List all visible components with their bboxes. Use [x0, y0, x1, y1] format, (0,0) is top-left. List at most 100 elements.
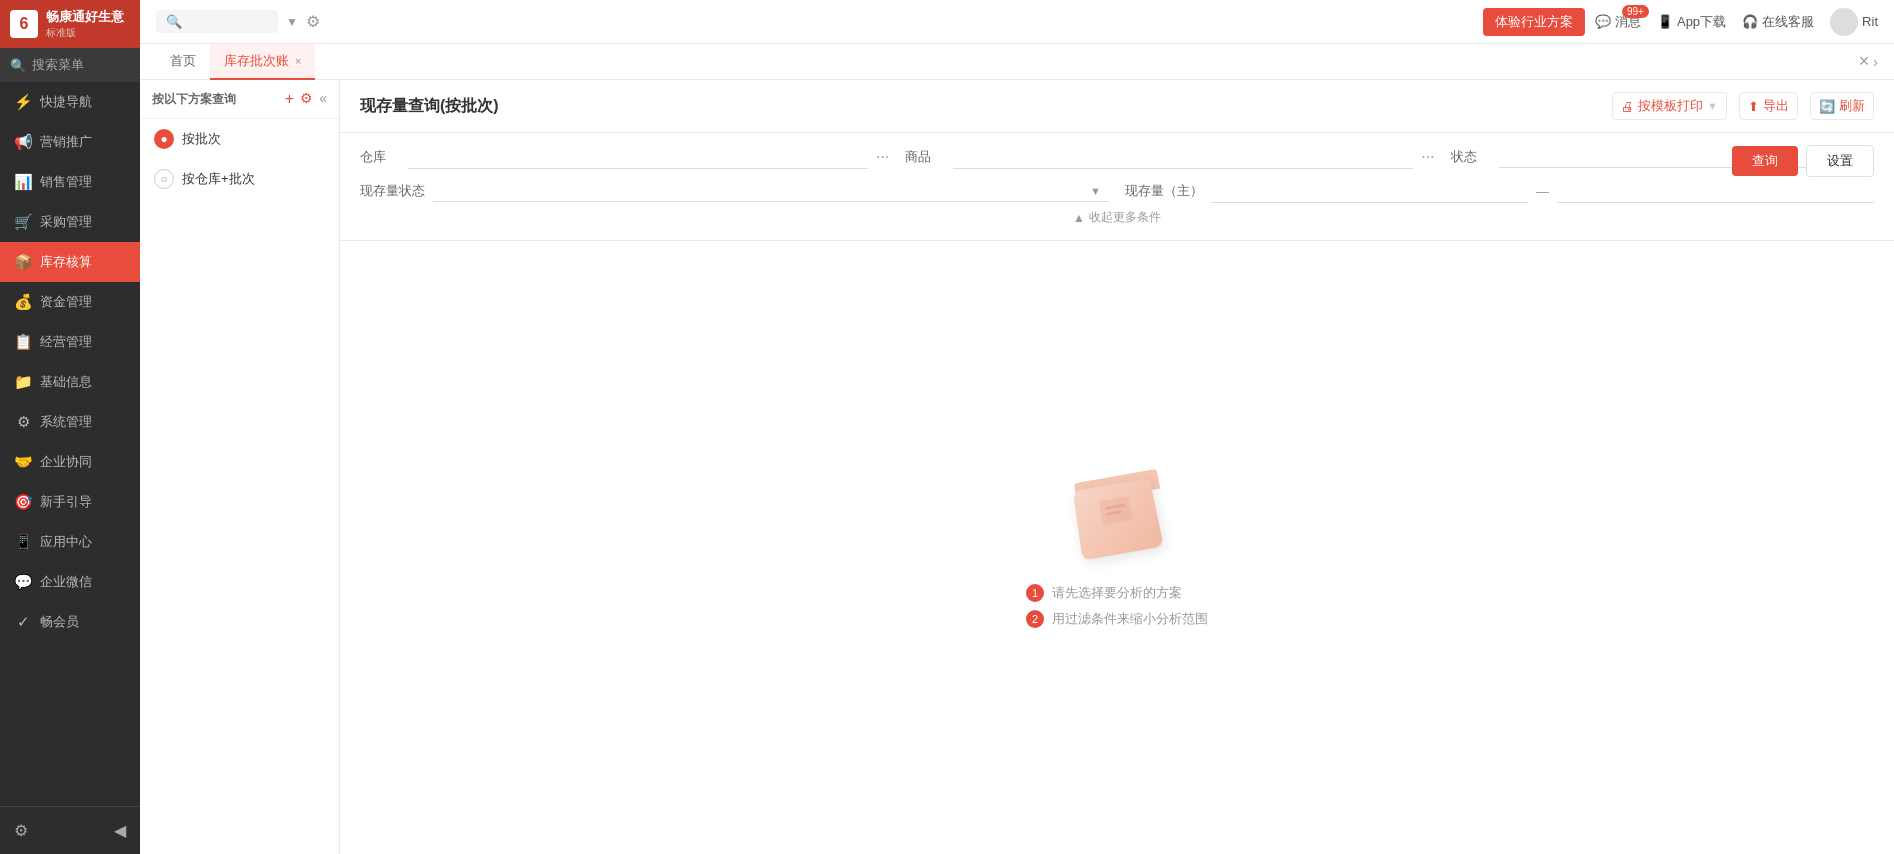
topbar-right: 💬 消息 99+ 📱 App下载 🎧 在线客服 Rit	[1595, 8, 1878, 36]
export-icon: ⬆	[1748, 99, 1759, 114]
sidebar-item-enterprise[interactable]: 🤝 企业协同	[0, 442, 140, 482]
topbar-settings-icon[interactable]: ⚙	[306, 12, 320, 31]
sidebar-item-label: 营销推广	[40, 133, 92, 151]
app-download-icon: 📱	[1657, 14, 1673, 29]
sidebar-item-newbie[interactable]: 🎯 新手引导	[0, 482, 140, 522]
sidebar-item-finance[interactable]: 💰 资金管理	[0, 282, 140, 322]
sidebar-search[interactable]: 🔍 搜索菜单	[0, 48, 140, 82]
app-logo: 6	[10, 10, 38, 38]
scheme-item-warehouse-batch[interactable]: ○ 按仓库+批次	[140, 159, 339, 199]
stock-status-select[interactable]: ▼	[433, 181, 1109, 202]
stock-qty-filter: 现存量（主） —	[1125, 179, 1874, 203]
sidebar-item-system[interactable]: ⚙ 系统管理	[0, 402, 140, 442]
system-icon: ⚙	[14, 413, 32, 431]
online-service-btn[interactable]: 🎧 在线客服	[1742, 13, 1814, 31]
empty-text-area: 1 请先选择要分析的方案 2 用过滤条件来缩小分析范围	[1026, 584, 1208, 628]
tab-close-icon[interactable]: ×	[295, 55, 301, 67]
sidebar-item-member[interactable]: ✓ 畅会员	[0, 602, 140, 642]
global-arrow-icon[interactable]: ›	[1873, 54, 1878, 70]
empty-box-svg	[1093, 490, 1139, 536]
sidebar-item-label: 应用中心	[40, 533, 92, 551]
message-icon: 💬	[1595, 14, 1611, 29]
message-btn[interactable]: 💬 消息 99+	[1595, 13, 1641, 31]
print-dropdown-icon[interactable]: ▼	[1707, 100, 1718, 112]
tab-inventory-label: 库存批次账	[224, 52, 289, 70]
sidebar-item-label: 库存核算	[40, 253, 92, 271]
scheme-batch-label: 按批次	[182, 130, 221, 148]
collapse-filters-btn[interactable]: ▲ 收起更多条件	[360, 203, 1874, 228]
topbar-search-icon: 🔍	[166, 14, 182, 29]
wechat-icon: 💬	[14, 573, 32, 591]
topbar-search-box[interactable]: 🔍	[156, 10, 278, 33]
export-btn[interactable]: ⬆ 导出	[1739, 92, 1798, 120]
sidebar-header: 6 畅康通好生意 标准版	[0, 0, 140, 48]
scheme-settings-icon[interactable]: ⚙	[300, 90, 313, 108]
add-scheme-icon[interactable]: +	[285, 90, 294, 108]
scheme-item-batch[interactable]: ● 按批次	[140, 119, 339, 159]
experience-btn[interactable]: 体验行业方案	[1483, 8, 1585, 36]
empty-icon-container	[1067, 468, 1167, 568]
sidebar-item-quick-nav[interactable]: ⚡ 快捷导航	[0, 82, 140, 122]
left-panel-collapse-icon[interactable]: «	[319, 90, 327, 108]
hint-2-text: 用过滤条件来缩小分析范围	[1052, 610, 1208, 628]
sales-icon: 📊	[14, 173, 32, 191]
sidebar-item-label: 企业协同	[40, 453, 92, 471]
product-more-icon[interactable]: ···	[1421, 148, 1434, 166]
global-close-icon[interactable]: ×	[1859, 51, 1870, 72]
content-area: 按以下方案查询 + ⚙ « ● 按批次 ○ 按仓库+批次 现存量查询(按批次)	[140, 80, 1894, 854]
app-download-label: App下载	[1677, 13, 1726, 31]
newbie-icon: 🎯	[14, 493, 32, 511]
sidebar-item-app-center[interactable]: 📱 应用中心	[0, 522, 140, 562]
page-header-actions: 🖨 按模板打印 ▼ ⬆ 导出 🔄 刷新	[1612, 92, 1874, 120]
warehouse-label: 仓库	[360, 148, 400, 166]
sidebar-item-label: 经营管理	[40, 333, 92, 351]
stock-status-dropdown-icon: ▼	[1090, 185, 1101, 197]
enterprise-icon: 🤝	[14, 453, 32, 471]
quick-nav-icon: ⚡	[14, 93, 32, 111]
main-area: 🔍 ▼ ⚙ 体验行业方案 💬 消息 99+ 📱 App下载 🎧 在线客服	[140, 0, 1894, 854]
tab-home[interactable]: 首页	[156, 44, 210, 80]
sidebar-item-label: 采购管理	[40, 213, 92, 231]
sidebar-item-label: 基础信息	[40, 373, 92, 391]
sidebar-settings-icon[interactable]: ⚙	[10, 817, 32, 844]
app-center-icon: 📱	[14, 533, 32, 551]
svg-rect-0	[1099, 496, 1133, 525]
warehouse-input[interactable]	[408, 145, 868, 169]
user-menu[interactable]: Rit	[1830, 8, 1878, 36]
warehouse-more-icon[interactable]: ···	[876, 148, 889, 166]
settings-button[interactable]: 设置	[1806, 145, 1874, 177]
sidebar: 6 畅康通好生意 标准版 🔍 搜索菜单 ⚡ 快捷导航 📢 营销推广 📊 销售管理…	[0, 0, 140, 854]
sidebar-item-purchase[interactable]: 🛒 采购管理	[0, 202, 140, 242]
tabs-bar: 首页 库存批次账 × × ›	[140, 44, 1894, 80]
search-icon: 🔍	[10, 58, 26, 73]
hint-1-num: 1	[1026, 584, 1044, 602]
tab-inventory[interactable]: 库存批次账 ×	[210, 44, 315, 80]
sidebar-item-wechat[interactable]: 💬 企业微信	[0, 562, 140, 602]
sidebar-item-operations[interactable]: 📋 经营管理	[0, 322, 140, 362]
member-icon: ✓	[14, 613, 32, 631]
print-icon: 🖨	[1621, 99, 1634, 114]
scheme-active-icon: ●	[154, 129, 174, 149]
sidebar-item-marketing[interactable]: 📢 营销推广	[0, 122, 140, 162]
page-title: 现存量查询(按批次)	[360, 96, 499, 117]
sidebar-collapse-icon[interactable]: ◀	[110, 817, 130, 844]
app-download-btn[interactable]: 📱 App下载	[1657, 13, 1726, 31]
print-btn[interactable]: 🖨 按模板打印 ▼	[1612, 92, 1727, 120]
query-button[interactable]: 查询	[1732, 146, 1798, 176]
refresh-icon: 🔄	[1819, 99, 1835, 114]
stock-qty-min-input[interactable]	[1211, 179, 1528, 203]
topbar-dropdown-icon[interactable]: ▼	[286, 15, 298, 29]
sidebar-item-sales[interactable]: 📊 销售管理	[0, 162, 140, 202]
stock-qty-max-input[interactable]	[1557, 179, 1874, 203]
hint-2-num: 2	[1026, 610, 1044, 628]
sidebar-item-inventory[interactable]: 📦 库存核算	[0, 242, 140, 282]
topbar-search-input[interactable]	[188, 15, 268, 29]
service-icon: 🎧	[1742, 14, 1758, 29]
refresh-btn[interactable]: 🔄 刷新	[1810, 92, 1874, 120]
refresh-label: 刷新	[1839, 97, 1865, 115]
sidebar-item-basic-info[interactable]: 📁 基础信息	[0, 362, 140, 402]
product-filter: 商品 ···	[905, 145, 1434, 169]
inventory-icon: 📦	[14, 253, 32, 271]
tab-home-label: 首页	[170, 52, 196, 70]
product-input[interactable]	[953, 145, 1413, 169]
